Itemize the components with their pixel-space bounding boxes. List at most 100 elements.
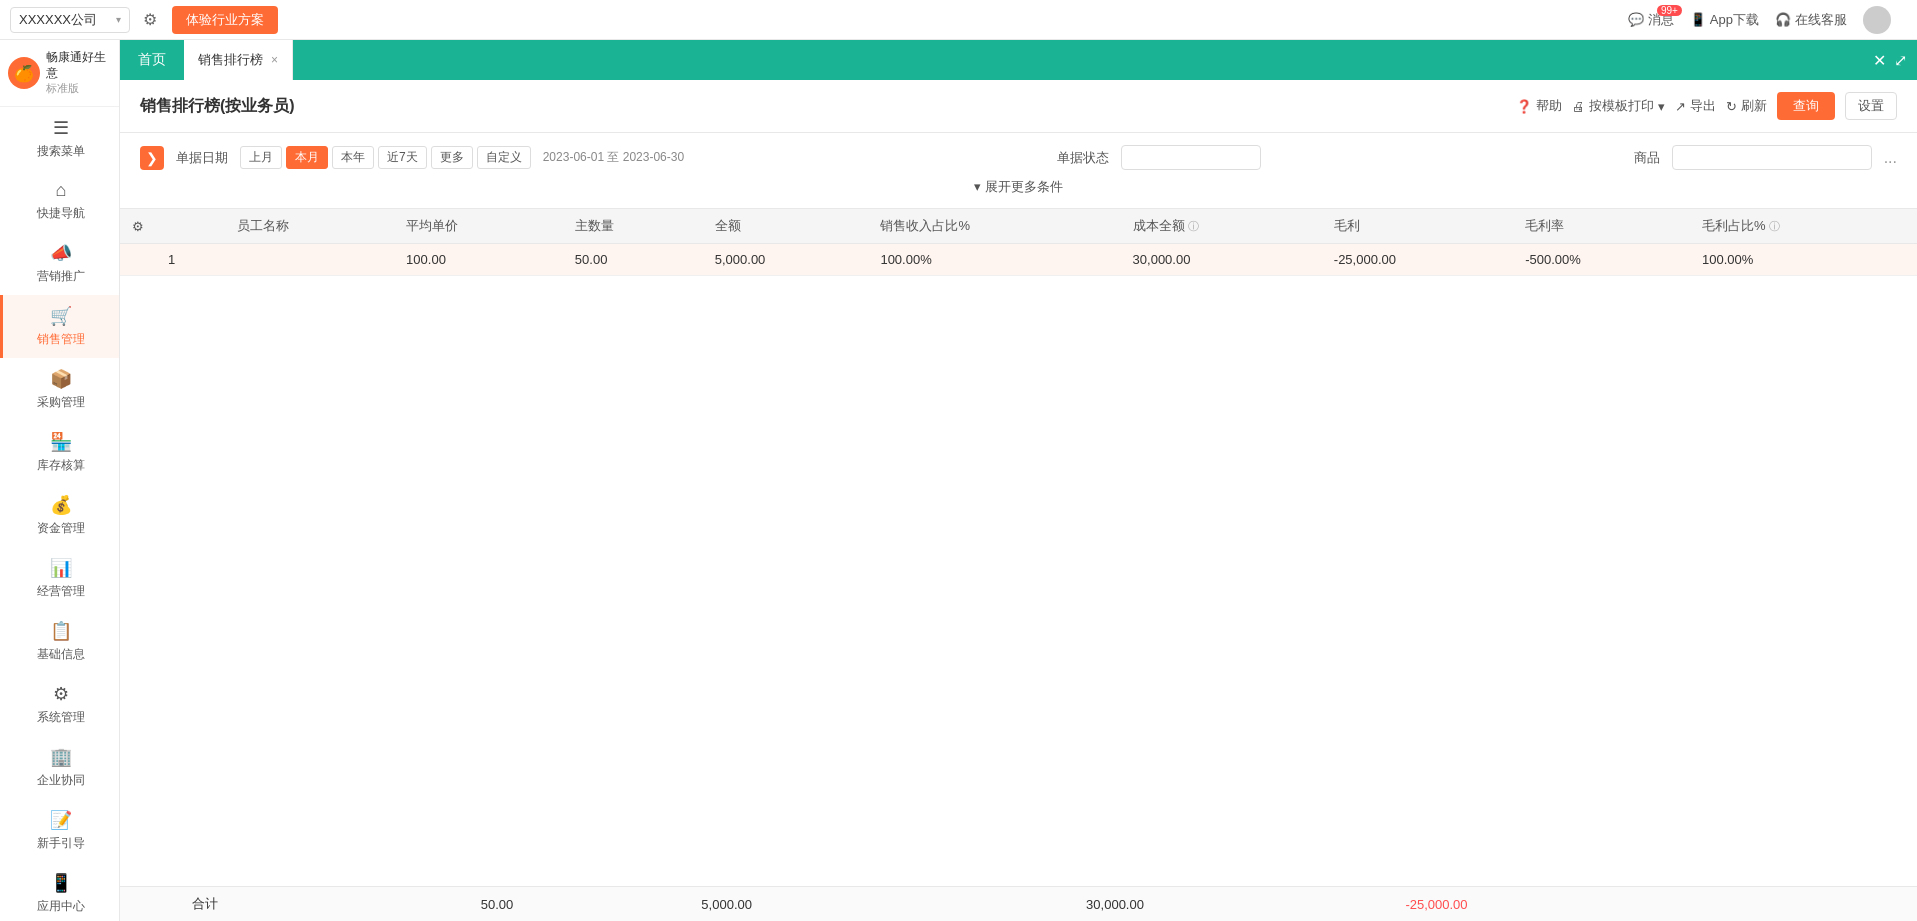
sidebar-item-label: 应用中心 <box>37 898 85 915</box>
settings-icon[interactable]: ⚙ <box>136 6 164 34</box>
enterprise-icon: 🏢 <box>50 746 72 768</box>
date-btn-more[interactable]: 更多 <box>431 146 473 169</box>
sidebar-item-purchase[interactable]: 📦 采购管理 <box>0 358 119 421</box>
online-service[interactable]: 🎧 在线客服 <box>1775 11 1847 29</box>
print-icon: 🖨 <box>1572 99 1585 114</box>
summary-sales-pct <box>980 887 1074 921</box>
more-dots[interactable]: ... <box>1884 149 1897 167</box>
marketing-icon: 📣 <box>50 242 72 264</box>
row-settings <box>120 244 156 276</box>
col-profit-rate: 毛利率 <box>1513 209 1690 244</box>
sidebar-item-app-center[interactable]: 📱 应用中心 <box>0 862 119 921</box>
col-profit: 毛利 <box>1322 209 1513 244</box>
status-select[interactable] <box>1121 145 1261 170</box>
row-amount: 5,000.00 <box>703 244 869 276</box>
sidebar-item-enterprise[interactable]: 🏢 企业协同 <box>0 736 119 799</box>
expand-label: 展开更多条件 <box>985 179 1063 194</box>
col-profit-pct: 毛利占比% ⓘ <box>1690 209 1917 244</box>
goods-input[interactable] <box>1672 145 1872 170</box>
sidebar-item-guide[interactable]: 📝 新手引导 <box>0 799 119 862</box>
inventory-icon: 🏪 <box>50 431 72 453</box>
filter-collapse-btn[interactable]: ❯ <box>140 146 164 170</box>
date-btn-this-month[interactable]: 本月 <box>286 146 328 169</box>
sidebar-item-inventory[interactable]: 🏪 库存核算 <box>0 421 119 484</box>
sidebar-item-label: 经营管理 <box>37 583 85 600</box>
table-header-row: ⚙ 员工名称 平均单价 主数量 全额 销售收入占比% 成本全额 ⓘ 毛利 <box>120 209 1917 244</box>
message-area[interactable]: 💬 消息 99+ <box>1628 11 1674 29</box>
sidebar-item-sales[interactable]: 🛒 销售管理 <box>0 295 119 358</box>
status-label: 单据状态 <box>1057 149 1109 167</box>
sidebar-item-operations[interactable]: 📊 经营管理 <box>0 547 119 610</box>
tab-window-expand-btn[interactable]: ⤢ <box>1894 51 1907 70</box>
date-btn-7days[interactable]: 近7天 <box>378 146 427 169</box>
col-avg-price: 平均单价 <box>394 209 563 244</box>
query-button[interactable]: 查询 <box>1777 92 1835 120</box>
tab-sales-ranking[interactable]: 销售排行榜 × <box>184 40 293 80</box>
tab-label: 销售排行榜 <box>198 51 263 69</box>
filter-row: ❯ 单据日期 上月 本月 本年 近7天 更多 自定义 2023-06-01 至 … <box>140 145 1897 170</box>
sidebar-item-label: 采购管理 <box>37 394 85 411</box>
sidebar-item-finance[interactable]: 💰 资金管理 <box>0 484 119 547</box>
summary-table: 合计 50.00 5,000.00 30,000.00 -25,000.00 <box>120 887 1917 921</box>
main-layout: 🍊 畅康通好生意 标准版 ☰ 搜索菜单 ⌂ 快捷导航 📣 营销推广 🛒 销售管理… <box>0 40 1917 921</box>
page-actions: ❓ 帮助 🖨 按模板打印 ▾ ↗ 导出 ↻ 刷新 <box>1516 92 1897 120</box>
sidebar-item-label: 销售管理 <box>37 331 85 348</box>
row-name <box>225 244 394 276</box>
summary-rank <box>150 887 180 921</box>
help-icon: ❓ <box>1516 99 1532 114</box>
phone-icon: 📱 <box>1690 12 1706 27</box>
date-btn-last-month[interactable]: 上月 <box>240 146 282 169</box>
avatar[interactable] <box>1863 6 1891 34</box>
sidebar-item-label: 快捷导航 <box>37 205 85 222</box>
print-button[interactable]: 🖨 按模板打印 ▾ <box>1572 97 1665 115</box>
summary-row: 合计 50.00 5,000.00 30,000.00 -25,000.00 <box>120 887 1917 921</box>
sidebar-item-label: 营销推广 <box>37 268 85 285</box>
sidebar-item-marketing[interactable]: 📣 营销推广 <box>0 232 119 295</box>
chevron-down-icon: ▾ <box>116 14 121 25</box>
row-sales-pct: 100.00% <box>868 244 1120 276</box>
sidebar-item-quick-nav[interactable]: ⌂ 快捷导航 <box>0 170 119 232</box>
col-cost: 成本全额 ⓘ <box>1121 209 1322 244</box>
help-label: 帮助 <box>1536 97 1562 115</box>
tab-home[interactable]: 首页 <box>120 40 184 80</box>
company-selector[interactable]: XXXXXX公司 ▾ <box>10 7 130 33</box>
sidebar-item-basic-info[interactable]: 📋 基础信息 <box>0 610 119 673</box>
col-sales-pct: 销售收入占比% <box>868 209 1120 244</box>
refresh-label: 刷新 <box>1741 97 1767 115</box>
refresh-icon: ↻ <box>1726 99 1737 114</box>
tab-window-close-btn[interactable]: ✕ <box>1873 51 1886 70</box>
app-download[interactable]: 📱 App下载 <box>1690 11 1759 29</box>
expand-btn[interactable]: ▾ 展开更多条件 <box>140 178 1897 196</box>
profit-pct-info-icon: ⓘ <box>1769 220 1780 232</box>
settings-button[interactable]: 设置 <box>1845 92 1897 120</box>
sidebar-item-search-order[interactable]: ☰ 搜索菜单 <box>0 107 119 170</box>
guide-icon: 📝 <box>50 809 72 831</box>
page-content: 销售排行榜(按业务员) ❓ 帮助 🖨 按模板打印 ▾ ↗ 导出 <box>120 80 1917 921</box>
row-quantity: 50.00 <box>563 244 703 276</box>
sidebar-item-label: 资金管理 <box>37 520 85 537</box>
headset-icon: 🎧 <box>1775 12 1791 27</box>
date-btn-this-year[interactable]: 本年 <box>332 146 374 169</box>
row-rank: 1 <box>156 244 225 276</box>
summary-profit: -25,000.00 <box>1393 887 1729 921</box>
refresh-button[interactable]: ↻ 刷新 <box>1726 97 1767 115</box>
date-btn-custom[interactable]: 自定义 <box>477 146 531 169</box>
filter-area: ❯ 单据日期 上月 本月 本年 近7天 更多 自定义 2023-06-01 至 … <box>120 133 1917 209</box>
export-label: 导出 <box>1690 97 1716 115</box>
sidebar-item-system[interactable]: ⚙ 系统管理 <box>0 673 119 736</box>
purchase-icon: 📦 <box>50 368 72 390</box>
row-profit-pct: 100.00% <box>1690 244 1917 276</box>
col-settings[interactable]: ⚙ <box>120 209 156 244</box>
trial-button[interactable]: 体验行业方案 <box>172 6 278 34</box>
tab-close-icon[interactable]: × <box>271 53 278 67</box>
logo-icon: 🍊 <box>8 57 40 89</box>
export-icon: ↗ <box>1675 99 1686 114</box>
print-label: 按模板打印 <box>1589 97 1654 115</box>
summary-profit-pct <box>1823 887 1917 921</box>
sidebar-item-label: 新手引导 <box>37 835 85 852</box>
summary-cost: 30,000.00 <box>1074 887 1393 921</box>
col-rank <box>156 209 225 244</box>
export-button[interactable]: ↗ 导出 <box>1675 97 1716 115</box>
help-button[interactable]: ❓ 帮助 <box>1516 97 1562 115</box>
sales-icon: 🛒 <box>50 305 72 327</box>
